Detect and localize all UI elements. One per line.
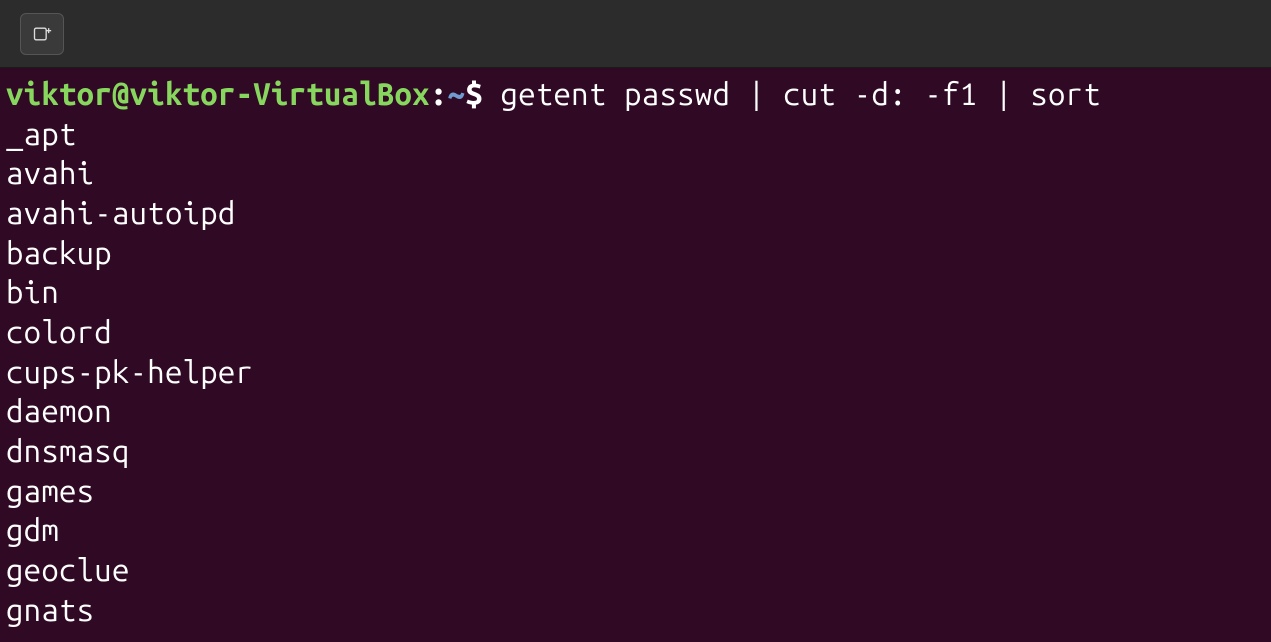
command-text bbox=[483, 76, 501, 111]
new-tab-icon bbox=[32, 24, 52, 44]
titlebar bbox=[0, 0, 1271, 68]
output-line: bin bbox=[6, 272, 1265, 312]
output-line: _apt bbox=[6, 114, 1265, 154]
terminal-area[interactable]: viktor@viktor-VirtualBox:~$ getent passw… bbox=[0, 68, 1271, 629]
output-line: gdm bbox=[6, 510, 1265, 550]
prompt-user-host: viktor@viktor-VirtualBox bbox=[6, 76, 430, 111]
output-line: daemon bbox=[6, 391, 1265, 431]
output-line: cups-pk-helper bbox=[6, 352, 1265, 392]
output-line: gnats bbox=[6, 590, 1265, 630]
output-line: geoclue bbox=[6, 550, 1265, 590]
output-line: dnsmasq bbox=[6, 431, 1265, 471]
output-container: _aptavahiavahi-autoipdbackupbincolordcup… bbox=[6, 114, 1265, 630]
prompt-path: ~ bbox=[448, 76, 466, 111]
output-line: games bbox=[6, 471, 1265, 511]
prompt-colon: : bbox=[430, 76, 448, 111]
output-line: avahi bbox=[6, 153, 1265, 193]
output-line: avahi-autoipd bbox=[6, 193, 1265, 233]
new-tab-button[interactable] bbox=[20, 13, 64, 55]
output-line: backup bbox=[6, 233, 1265, 273]
prompt-symbol: $ bbox=[465, 76, 483, 111]
command-text: getent passwd | cut -d: -f1 | sort bbox=[501, 76, 1101, 111]
output-line: colord bbox=[6, 312, 1265, 352]
